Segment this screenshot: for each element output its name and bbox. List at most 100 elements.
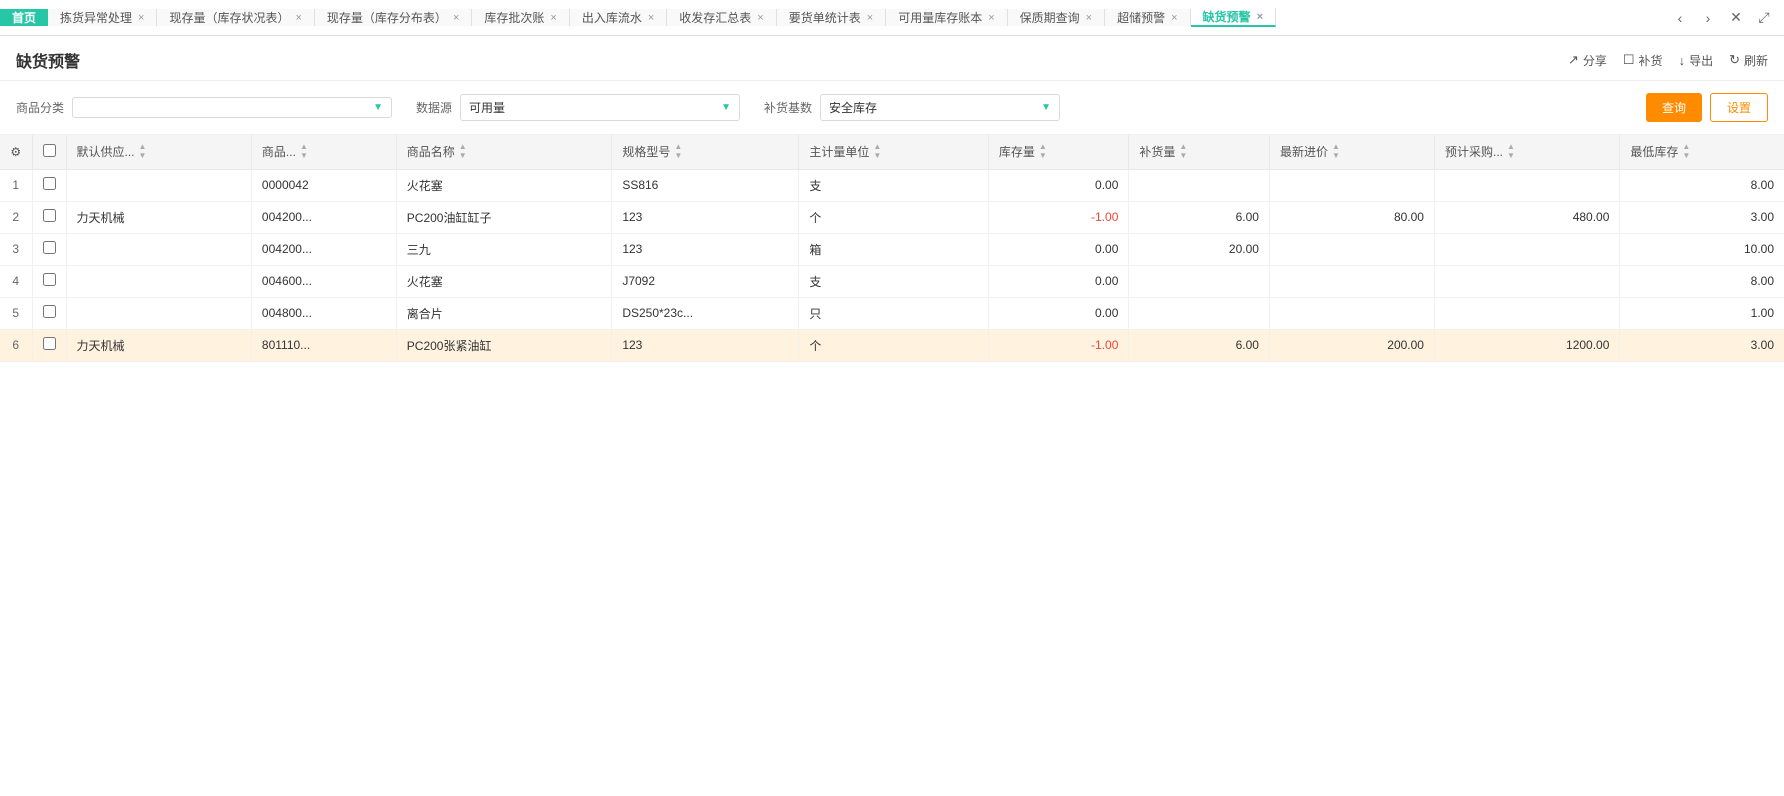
tab-item-expiry-query[interactable]: 保质期查询× xyxy=(1008,9,1105,26)
page-content: 缺货预警 ↗ 分享 ☐ 补货 ↓ 导出 ↻ 刷新 商品分类 xyxy=(0,36,1784,796)
refresh-btn[interactable]: ↻ 刷新 xyxy=(1729,52,1768,69)
tab-item-abnormal[interactable]: 拣货异常处理× xyxy=(48,9,157,26)
query-button[interactable]: 查询 xyxy=(1646,93,1702,122)
replenish-btn[interactable]: ☐ 补货 xyxy=(1623,52,1663,69)
row-min-stock: 8.00 xyxy=(1620,169,1784,201)
row-checkbox-cell[interactable] xyxy=(32,265,66,297)
tab-next-btn[interactable]: › xyxy=(1694,4,1722,32)
row-num: 5 xyxy=(0,297,32,329)
row-latest-price xyxy=(1269,169,1434,201)
data-source-select[interactable]: 可用量 ▼ xyxy=(460,94,740,121)
row-est-purchase xyxy=(1434,169,1619,201)
row-est-purchase: 1200.00 xyxy=(1434,329,1619,361)
page-title: 缺货预警 xyxy=(16,48,80,72)
sort-spec-icon[interactable]: ▲▼ xyxy=(674,143,682,161)
th-gear[interactable]: ⚙ xyxy=(0,135,32,169)
tab-item-overstock-warning[interactable]: 超储预警× xyxy=(1105,9,1190,26)
row-est-purchase xyxy=(1434,233,1619,265)
row-supplier xyxy=(66,265,251,297)
sort-name-icon[interactable]: ▲▼ xyxy=(459,143,467,161)
table-row: 3 004200... 三九 123 箱 0.00 20.00 10.00 xyxy=(0,233,1784,265)
data-source-value: 可用量 xyxy=(469,99,505,116)
th-checkbox[interactable] xyxy=(32,135,66,169)
tab-close-batch-account[interactable]: × xyxy=(550,12,556,24)
row-num: 6 xyxy=(0,329,32,361)
data-source-label: 数据源 xyxy=(416,99,452,116)
row-replenish-qty: 6.00 xyxy=(1129,329,1270,361)
row-checkbox[interactable] xyxy=(43,209,56,222)
tab-close-overstock-warning[interactable]: × xyxy=(1171,12,1177,24)
row-checkbox-cell[interactable] xyxy=(32,297,66,329)
row-spec: DS250*23c... xyxy=(612,297,799,329)
row-replenish-qty xyxy=(1129,169,1270,201)
row-stock: 0.00 xyxy=(988,233,1129,265)
row-checkbox[interactable] xyxy=(43,305,56,318)
tab-close-abnormal[interactable]: × xyxy=(138,12,144,24)
row-checkbox-cell[interactable] xyxy=(32,329,66,361)
th-default-supplier: 默认供应... ▲▼ xyxy=(66,135,251,169)
sort-stock-icon[interactable]: ▲▼ xyxy=(1039,143,1047,161)
row-code: 0000042 xyxy=(251,169,396,201)
row-stock: 0.00 xyxy=(988,265,1129,297)
tab-close-collection-summary[interactable]: × xyxy=(757,12,763,24)
row-checkbox[interactable] xyxy=(43,337,56,350)
row-checkbox-cell[interactable] xyxy=(32,169,66,201)
row-name: 三九 xyxy=(396,233,612,265)
sort-supplier-icon[interactable]: ▲▼ xyxy=(139,143,147,161)
commodity-category-filter: 商品分类 ▼ xyxy=(16,97,392,118)
row-name: 离合片 xyxy=(396,297,612,329)
sort-unit-icon[interactable]: ▲▼ xyxy=(873,143,881,161)
tab-item-available-ledger[interactable]: 可用量库存账本× xyxy=(886,9,1007,26)
tab-item-home[interactable]: 首页 xyxy=(0,9,48,26)
row-num: 2 xyxy=(0,201,32,233)
tab-maximize-btn[interactable]: ⤢ xyxy=(1750,4,1778,32)
select-all-checkbox[interactable] xyxy=(43,144,56,157)
tab-close-inventory-dist[interactable]: × xyxy=(453,12,459,24)
th-min-stock: 最低库存 ▲▼ xyxy=(1620,135,1784,169)
sort-est-icon[interactable]: ▲▼ xyxy=(1507,143,1515,161)
row-unit: 箱 xyxy=(799,233,989,265)
row-supplier xyxy=(66,297,251,329)
commodity-category-select[interactable]: ▼ xyxy=(72,97,392,118)
row-checkbox-cell[interactable] xyxy=(32,233,66,265)
share-btn[interactable]: ↗ 分享 xyxy=(1568,52,1607,69)
commodity-category-label: 商品分类 xyxy=(16,99,64,116)
tab-close-btn[interactable]: ✕ xyxy=(1722,4,1750,32)
tab-item-inventory-dist[interactable]: 现存量（库存分布表）× xyxy=(315,9,472,26)
tab-item-collection-summary[interactable]: 收发存汇总表× xyxy=(667,9,776,26)
row-checkbox[interactable] xyxy=(43,241,56,254)
row-checkbox[interactable] xyxy=(43,273,56,286)
tab-close-shortage-warning[interactable]: × xyxy=(1257,11,1263,23)
tab-item-order-stats[interactable]: 要货单统计表× xyxy=(777,9,886,26)
sort-min-icon[interactable]: ▲▼ xyxy=(1682,143,1690,161)
tab-item-shortage-warning[interactable]: 缺货预警× xyxy=(1191,8,1276,27)
replenish-base-filter: 补货基数 安全库存 ▼ xyxy=(764,94,1060,121)
tab-close-order-stats[interactable]: × xyxy=(867,12,873,24)
row-code: 004200... xyxy=(251,233,396,265)
sort-price-icon[interactable]: ▲▼ xyxy=(1332,143,1340,161)
sort-code-icon[interactable]: ▲▼ xyxy=(300,143,308,161)
settings-button[interactable]: 设置 xyxy=(1710,93,1768,122)
sort-replenish-icon[interactable]: ▲▼ xyxy=(1179,143,1187,161)
row-checkbox-cell[interactable] xyxy=(32,201,66,233)
tab-prev-btn[interactable]: ‹ xyxy=(1666,4,1694,32)
gear-icon[interactable]: ⚙ xyxy=(10,145,21,159)
export-btn[interactable]: ↓ 导出 xyxy=(1679,52,1714,69)
row-name: PC200张紧油缸 xyxy=(396,329,612,361)
row-code: 004200... xyxy=(251,201,396,233)
tab-controls: ‹ › ✕ ⤢ xyxy=(1666,4,1784,32)
export-label: 导出 xyxy=(1689,52,1713,69)
tab-item-batch-account[interactable]: 库存批次账× xyxy=(472,9,569,26)
tab-bar: 首页拣货异常处理×现存量（库存状况表）×现存量（库存分布表）×库存批次账×出入库… xyxy=(0,0,1784,36)
row-min-stock: 8.00 xyxy=(1620,265,1784,297)
tab-item-inout-flow[interactable]: 出入库流水× xyxy=(570,9,667,26)
tab-item-inventory-status[interactable]: 现存量（库存状况表）× xyxy=(157,9,314,26)
th-est-purchase: 预计采购... ▲▼ xyxy=(1434,135,1619,169)
tab-close-expiry-query[interactable]: × xyxy=(1086,12,1092,24)
tab-close-inout-flow[interactable]: × xyxy=(648,12,654,24)
tab-close-available-ledger[interactable]: × xyxy=(988,12,994,24)
tab-close-inventory-status[interactable]: × xyxy=(295,12,301,24)
share-icon: ↗ xyxy=(1568,52,1579,68)
replenish-base-select[interactable]: 安全库存 ▼ xyxy=(820,94,1060,121)
row-checkbox[interactable] xyxy=(43,177,56,190)
